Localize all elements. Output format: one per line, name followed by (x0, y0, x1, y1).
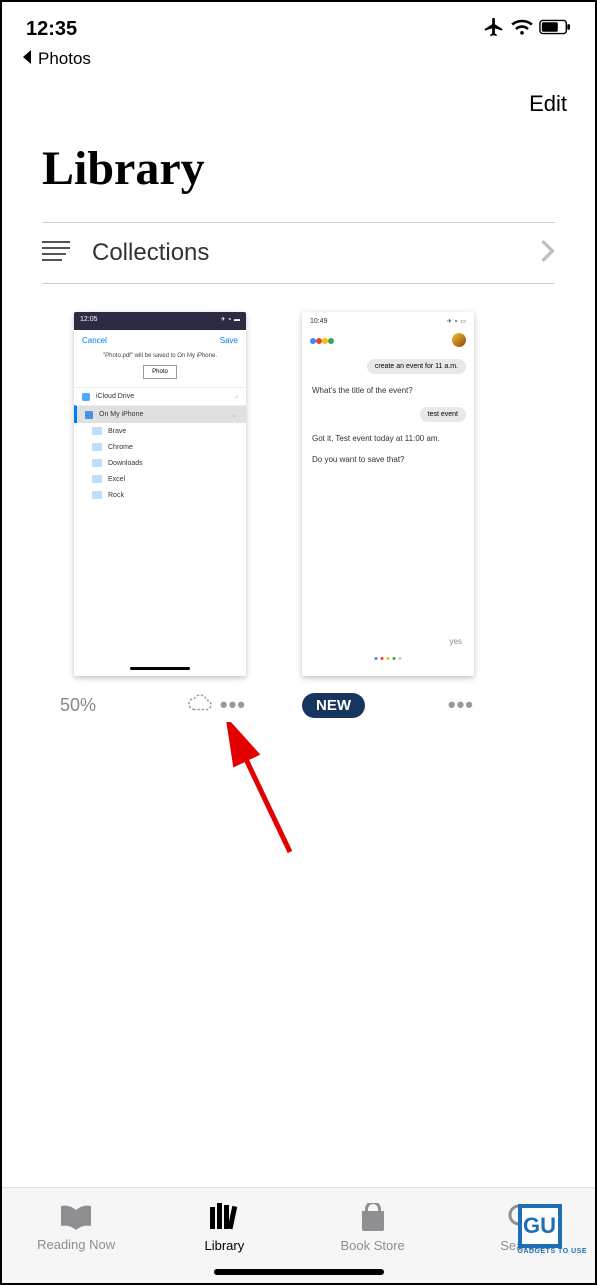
chat-bubble: create an event for 11 a.m. (367, 359, 466, 374)
thumb-cancel: Cancel (82, 336, 107, 345)
cloud-download-icon[interactable] (188, 694, 212, 717)
new-badge: NEW (302, 693, 365, 718)
tab-label: Book Store (340, 1238, 404, 1253)
status-bar: 12:35 (2, 2, 595, 47)
tab-book-store[interactable]: Book Store (299, 1188, 447, 1267)
tab-reading-now[interactable]: Reading Now (2, 1188, 150, 1267)
chat-text: Do you want to save that? (302, 449, 474, 470)
collections-row[interactable]: Collections (2, 223, 595, 283)
wifi-icon (511, 18, 533, 41)
edit-button[interactable]: Edit (529, 91, 567, 117)
book-open-icon (59, 1204, 93, 1233)
book-thumbnail: 12:05 ✈ ⚬ ▬ Cancel Save "Photo.pdf" will… (74, 312, 246, 676)
tab-library[interactable]: Library (150, 1188, 298, 1267)
book-thumbnail: 10:49 ✈ ⚬ ▭ create an event for 11 a.m. … (302, 312, 474, 676)
chat-text: What's the title of the event? (302, 380, 474, 401)
avatar-icon (452, 333, 466, 347)
page-title: Library (2, 121, 595, 222)
thumb-save: Save (220, 336, 238, 345)
annotation-arrow (220, 722, 310, 862)
books-grid: 12:05 ✈ ⚬ ▬ Cancel Save "Photo.pdf" will… (2, 284, 595, 718)
thumb-message: "Photo.pdf" will be saved to On My iPhon… (74, 351, 246, 361)
battery-icon (539, 19, 571, 40)
collections-list-icon (42, 240, 70, 267)
shopping-bag-icon (359, 1203, 387, 1234)
tab-label: Library (205, 1238, 245, 1253)
thumb-time: 12:05 (80, 316, 98, 326)
chevron-right-icon (541, 240, 555, 267)
reading-progress: 50% (60, 695, 96, 716)
library-icon (208, 1203, 240, 1234)
tab-label: Reading Now (37, 1237, 115, 1252)
home-indicator[interactable] (214, 1269, 384, 1275)
more-options-button[interactable]: ••• (448, 692, 474, 718)
thumb-time: 10:49 (310, 318, 328, 325)
book-item[interactable]: 12:05 ✈ ⚬ ▬ Cancel Save "Photo.pdf" will… (74, 312, 246, 718)
chat-bubble: test event (420, 407, 466, 422)
airplane-mode-icon (483, 16, 505, 43)
book-item[interactable]: 10:49 ✈ ⚬ ▭ create an event for 11 a.m. … (302, 312, 474, 718)
status-time: 12:35 (26, 18, 77, 41)
chat-text: Got it, Test event today at 11:00 am. (302, 428, 474, 449)
collections-label: Collections (92, 239, 209, 267)
back-to-photos[interactable]: Photos (2, 47, 595, 79)
more-options-button[interactable]: ••• (220, 692, 246, 718)
back-chevron-icon (22, 49, 34, 69)
status-icons (483, 16, 571, 43)
chat-text: yes (450, 637, 462, 646)
thumb-photo-box: Photo (143, 365, 177, 379)
watermark: GU GADGETS TO USE (518, 1204, 588, 1255)
back-label: Photos (38, 49, 91, 69)
